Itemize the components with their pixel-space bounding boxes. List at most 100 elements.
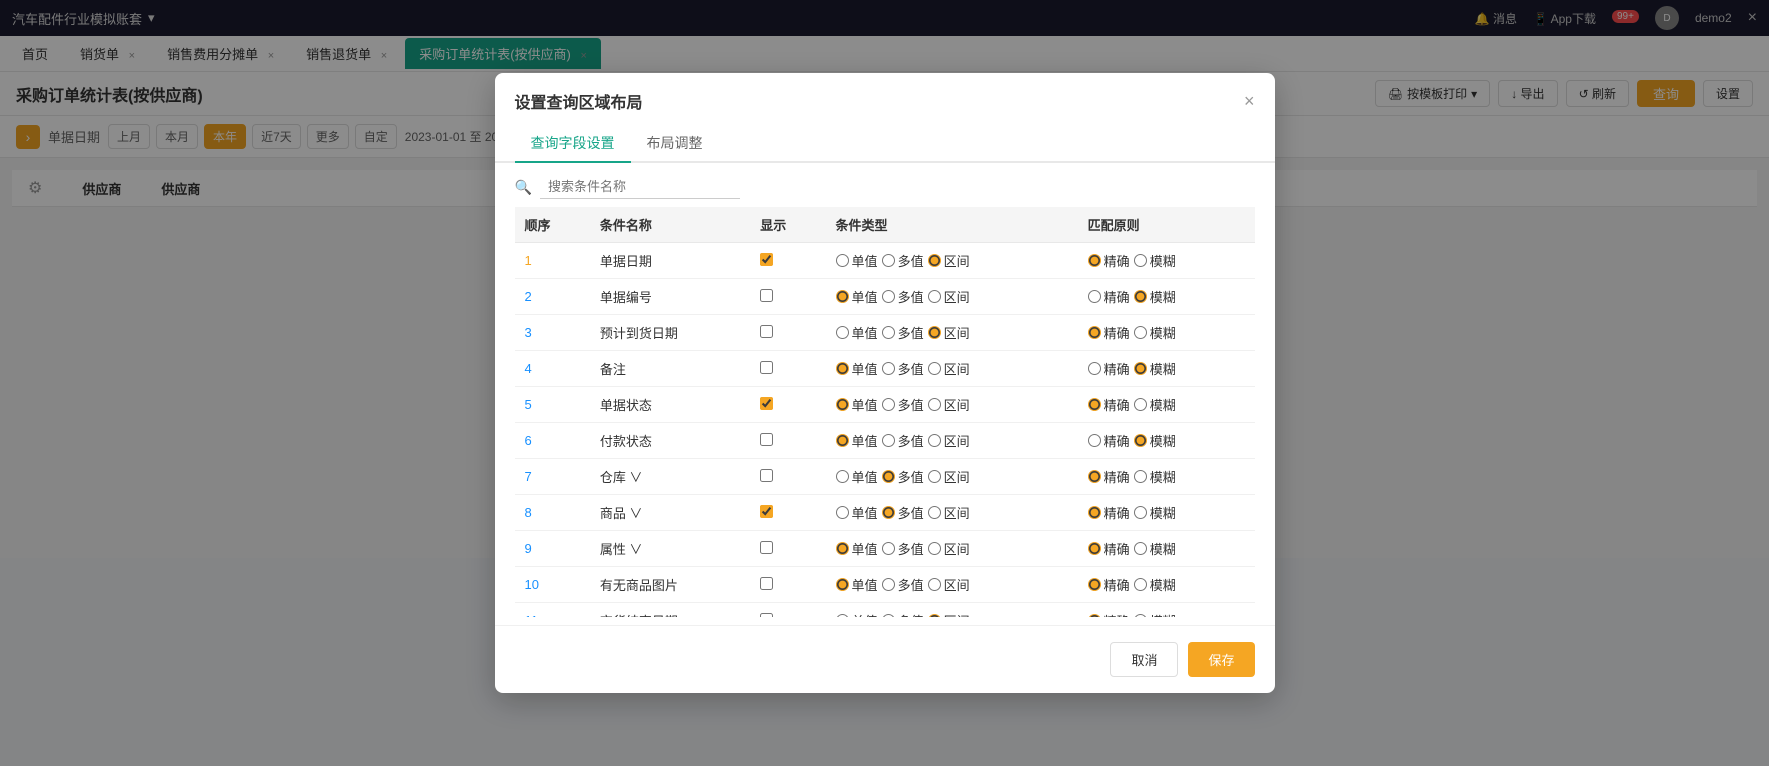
match-radio-item[interactable]: 精确 [1088, 287, 1130, 306]
row-condition-name: 预计到货日期 [590, 315, 750, 351]
type-radio-item[interactable]: 单值 [836, 575, 878, 594]
match-radio-item[interactable]: 精确 [1088, 431, 1130, 450]
match-radio-item[interactable]: 精确 [1088, 503, 1130, 522]
match-radio-group: 精确模糊 [1088, 395, 1245, 414]
match-radio-item[interactable]: 模糊 [1134, 431, 1176, 450]
search-input[interactable] [540, 175, 740, 199]
type-radio-item[interactable]: 单值 [836, 467, 878, 486]
type-radio-item[interactable]: 单值 [836, 395, 878, 414]
match-radio-item[interactable]: 模糊 [1134, 395, 1176, 414]
match-radio-item[interactable]: 精确 [1088, 395, 1130, 414]
type-radio-item[interactable]: 多值 [882, 467, 924, 486]
order-number: 2 [525, 289, 532, 304]
type-radio-item[interactable]: 区间 [928, 539, 970, 558]
match-radio-item[interactable]: 精确 [1088, 359, 1130, 378]
type-radio-item[interactable]: 多值 [882, 539, 924, 558]
match-radio-item[interactable]: 模糊 [1134, 323, 1176, 342]
save-button[interactable]: 保存 [1188, 642, 1254, 677]
display-checkbox[interactable] [760, 433, 773, 446]
display-checkbox[interactable] [760, 289, 773, 302]
type-radio-item[interactable]: 单值 [836, 359, 878, 378]
match-radio-item[interactable]: 精确 [1088, 251, 1130, 270]
display-checkbox[interactable] [760, 397, 773, 410]
row-display-cell [750, 459, 825, 495]
match-radio-item[interactable]: 模糊 [1134, 359, 1176, 378]
type-radio-group: 单值多值区间 [836, 251, 1068, 270]
table-row: 9属性 ∨单值多值区间精确模糊 [515, 531, 1255, 567]
cancel-button[interactable]: 取消 [1110, 642, 1178, 677]
row-order: 2 [515, 279, 590, 315]
type-radio-item[interactable]: 多值 [882, 287, 924, 306]
type-radio-item[interactable]: 多值 [882, 575, 924, 594]
display-checkbox[interactable] [760, 361, 773, 374]
type-radio-item[interactable]: 区间 [928, 611, 970, 617]
order-number: 6 [525, 433, 532, 448]
type-radio-item[interactable]: 单值 [836, 323, 878, 342]
match-radio-item[interactable]: 模糊 [1134, 503, 1176, 522]
match-radio-item[interactable]: 模糊 [1134, 467, 1176, 486]
match-radio-item[interactable]: 模糊 [1134, 611, 1176, 617]
type-radio-item[interactable]: 单值 [836, 611, 878, 617]
type-radio-group: 单值多值区间 [836, 539, 1068, 558]
type-radio-item[interactable]: 多值 [882, 359, 924, 378]
match-radio-group: 精确模糊 [1088, 467, 1245, 486]
display-checkbox[interactable] [760, 541, 773, 554]
order-number: 7 [525, 469, 532, 484]
type-radio-item[interactable]: 区间 [928, 503, 970, 522]
tab-query-fields[interactable]: 查询字段设置 [515, 125, 631, 163]
display-checkbox[interactable] [760, 253, 773, 266]
row-condition-name: 有无商品图片 [590, 567, 750, 603]
match-radio-item[interactable]: 精确 [1088, 323, 1130, 342]
row-order: 3 [515, 315, 590, 351]
table-row: 3预计到货日期 单值多值区间 精确模糊 [515, 315, 1255, 351]
type-radio-item[interactable]: 多值 [882, 323, 924, 342]
table-row: 2 单据编号 单值多值区间 精确模糊 [515, 279, 1255, 315]
type-radio-group: 单值多值区间 [836, 611, 1068, 617]
match-radio-item[interactable]: 精确 [1088, 611, 1130, 617]
display-checkbox[interactable] [760, 469, 773, 482]
type-radio-item[interactable]: 区间 [928, 287, 970, 306]
type-radio-item[interactable]: 区间 [928, 359, 970, 378]
modal-close-button[interactable]: × [1244, 91, 1255, 112]
match-radio-item[interactable]: 精确 [1088, 467, 1130, 486]
table-row: 6付款状态单值多值区间精确模糊 [515, 423, 1255, 459]
type-radio-item[interactable]: 多值 [882, 251, 924, 270]
row-order: 1 [515, 243, 590, 279]
row-display-cell [750, 387, 825, 423]
row-match-cell: 精确模糊 [1078, 423, 1255, 459]
display-checkbox[interactable] [760, 325, 773, 338]
row-condition-name: 单据编号 [590, 279, 750, 315]
match-radio-item[interactable]: 精确 [1088, 575, 1130, 594]
match-radio-item[interactable]: 模糊 [1134, 539, 1176, 558]
row-condition-name: 仓库 ∨ [590, 459, 750, 495]
type-radio-item[interactable]: 单值 [836, 539, 878, 558]
type-radio-item[interactable]: 区间 [928, 431, 970, 450]
type-radio-item[interactable]: 单值 [836, 503, 878, 522]
type-radio-item[interactable]: 区间 [928, 395, 970, 414]
type-radio-item[interactable]: 单值 [836, 431, 878, 450]
match-radio-group: 精确模糊 [1088, 323, 1245, 342]
display-checkbox[interactable] [760, 613, 773, 618]
row-order: 11 [515, 603, 590, 618]
match-radio-item[interactable]: 模糊 [1134, 251, 1176, 270]
type-radio-item[interactable]: 区间 [928, 467, 970, 486]
type-radio-item[interactable]: 多值 [882, 431, 924, 450]
match-radio-item[interactable]: 模糊 [1134, 575, 1176, 594]
type-radio-item[interactable]: 单值 [836, 251, 878, 270]
type-radio-item[interactable]: 多值 [882, 395, 924, 414]
match-radio-group: 精确模糊 [1088, 575, 1245, 594]
row-condition-name: 单据日期 [590, 243, 750, 279]
type-radio-item[interactable]: 区间 [928, 575, 970, 594]
type-radio-item[interactable]: 区间 [928, 251, 970, 270]
display-checkbox[interactable] [760, 505, 773, 518]
type-radio-item[interactable]: 多值 [882, 611, 924, 617]
col-match: 匹配原则 [1078, 207, 1255, 243]
type-radio-item[interactable]: 多值 [882, 503, 924, 522]
tab-layout-adjust[interactable]: 布局调整 [631, 125, 719, 163]
type-radio-item[interactable]: 单值 [836, 287, 878, 306]
match-radio-item[interactable]: 精确 [1088, 539, 1130, 558]
display-checkbox[interactable] [760, 577, 773, 590]
match-radio-item[interactable]: 模糊 [1134, 287, 1176, 306]
row-type-cell: 单值多值区间 [826, 423, 1078, 459]
type-radio-item[interactable]: 区间 [928, 323, 970, 342]
